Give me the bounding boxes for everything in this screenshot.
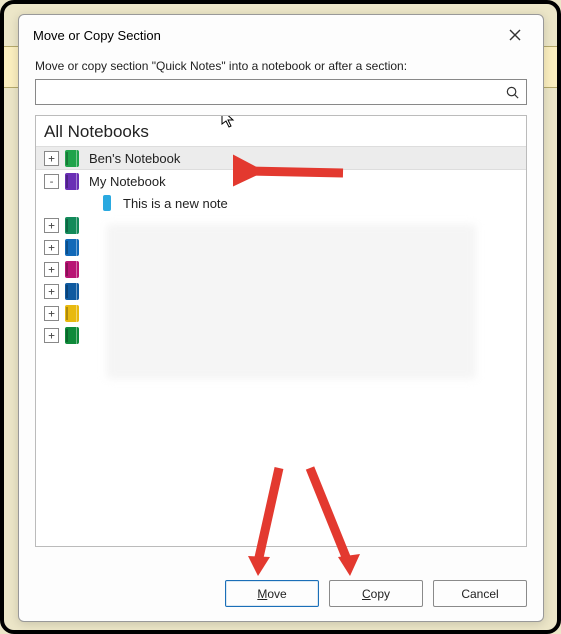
search-icon bbox=[498, 85, 526, 100]
notebook-icon bbox=[65, 305, 79, 322]
notebook-icon bbox=[65, 173, 79, 190]
tree-item-label: My Notebook bbox=[89, 174, 166, 189]
expand-icon[interactable]: + bbox=[44, 306, 59, 321]
tree-item-label: This is a new note bbox=[123, 196, 228, 211]
tree-header: All Notebooks bbox=[36, 116, 526, 144]
collapse-icon[interactable]: - bbox=[44, 174, 59, 189]
redacted-area bbox=[106, 224, 476, 379]
notebook-tree[interactable]: All Notebooks + Ben's Notebook - My Noteboo… bbox=[35, 115, 527, 547]
expander-spacer bbox=[82, 197, 95, 210]
copy-button[interactable]: Copy bbox=[329, 580, 423, 607]
tree-notebook-row[interactable]: - My Notebook bbox=[36, 170, 526, 192]
titlebar: Move or Copy Section bbox=[19, 15, 543, 49]
search-input[interactable] bbox=[36, 83, 498, 101]
notebook-icon bbox=[65, 283, 79, 300]
expand-icon[interactable]: + bbox=[44, 240, 59, 255]
notebook-icon bbox=[65, 327, 79, 344]
close-button[interactable] bbox=[501, 25, 529, 45]
expand-icon[interactable]: + bbox=[44, 284, 59, 299]
tree-notebook-row[interactable]: + Ben's Notebook bbox=[36, 146, 526, 170]
dialog-prompt: Move or copy section "Quick Notes" into … bbox=[19, 49, 543, 79]
dialog-title: Move or Copy Section bbox=[33, 28, 161, 43]
expand-icon[interactable]: + bbox=[44, 151, 59, 166]
move-button[interactable]: Move bbox=[225, 580, 319, 607]
cancel-button[interactable]: Cancel bbox=[433, 580, 527, 607]
tree-section-row[interactable]: This is a new note bbox=[36, 192, 526, 214]
close-icon bbox=[509, 29, 521, 41]
move-copy-dialog: Move or Copy Section Move or copy sectio… bbox=[18, 14, 544, 622]
notebook-icon bbox=[65, 261, 79, 278]
expand-icon[interactable]: + bbox=[44, 328, 59, 343]
search-box[interactable] bbox=[35, 79, 527, 105]
button-row: Move Copy Cancel bbox=[225, 580, 527, 607]
notebook-icon bbox=[65, 150, 79, 167]
search-row bbox=[19, 79, 543, 105]
tree-item-label: Ben's Notebook bbox=[89, 151, 180, 166]
notebook-icon bbox=[65, 239, 79, 256]
notebook-icon bbox=[65, 217, 79, 234]
section-icon bbox=[103, 195, 111, 211]
expand-icon[interactable]: + bbox=[44, 218, 59, 233]
expand-icon[interactable]: + bbox=[44, 262, 59, 277]
